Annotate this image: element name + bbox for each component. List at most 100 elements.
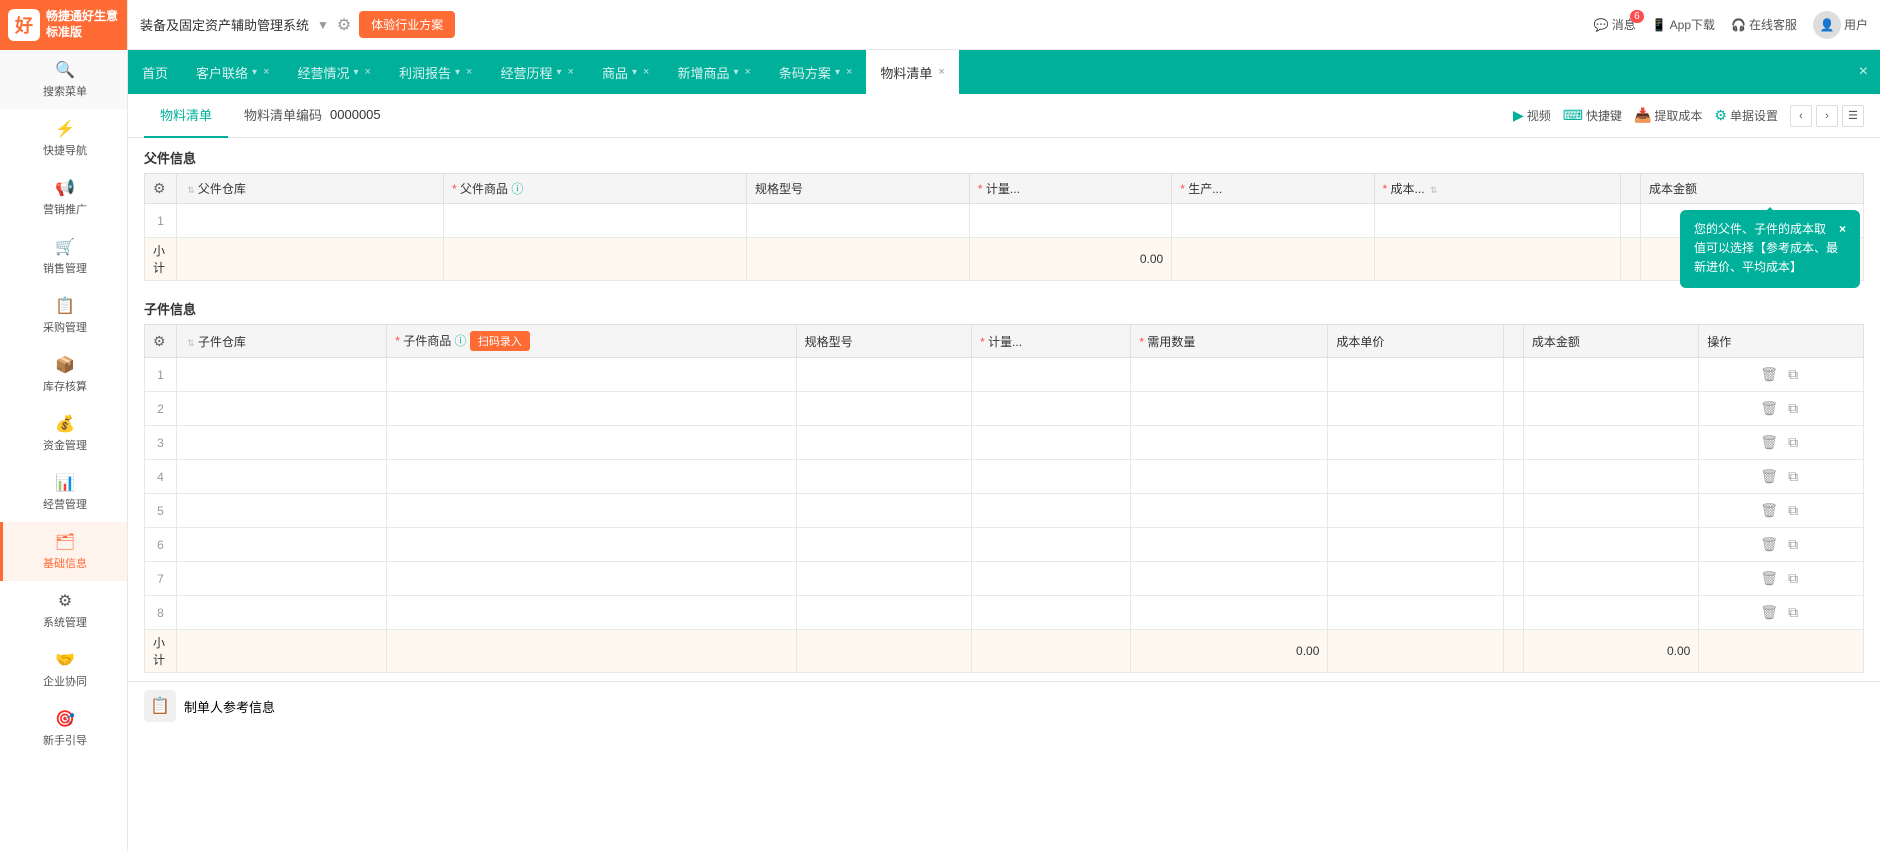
single-settings-btn[interactable]: ⚙ 单据设置	[1714, 107, 1778, 124]
child-row-8-copy-btn[interactable]: ⧉	[1783, 603, 1803, 623]
tab-bom[interactable]: 物料清单 ×	[866, 50, 958, 94]
tab-new-goods-close[interactable]: ×	[744, 66, 750, 78]
child-row-8-spec[interactable]	[796, 596, 971, 630]
child-row-5-unit-cost[interactable]	[1328, 494, 1503, 528]
child-row-2-quantity[interactable]	[1131, 392, 1328, 426]
child-row-6-quantity[interactable]	[1131, 528, 1328, 562]
child-row-5-warehouse[interactable]	[177, 494, 387, 528]
child-row-7-warehouse[interactable]	[177, 562, 387, 596]
child-row-3-quantity[interactable]	[1131, 426, 1328, 460]
child-row-1-spec[interactable]	[796, 358, 971, 392]
child-row-3-warehouse[interactable]	[177, 426, 387, 460]
child-row-7-unit-cost[interactable]	[1328, 562, 1503, 596]
child-row-3-spec[interactable]	[796, 426, 971, 460]
child-row-7-unit[interactable]	[972, 562, 1131, 596]
child-row-5-copy-btn[interactable]: ⧉	[1783, 501, 1803, 521]
tab-barcode-close[interactable]: ×	[846, 66, 852, 78]
tab-customer[interactable]: 客户联络 ▾ ×	[182, 50, 283, 94]
view-video-btn[interactable]: ▶ 视频	[1513, 107, 1551, 124]
nav-next-btn[interactable]: ›	[1816, 105, 1838, 127]
tab-goods-close[interactable]: ×	[643, 66, 649, 78]
sidebar-item-system[interactable]: ⚙ 系统管理	[0, 581, 127, 640]
child-row-6-delete-btn[interactable]: 🗑	[1759, 535, 1779, 555]
parent-row-1-unit[interactable]	[969, 204, 1171, 238]
child-row-7-delete-btn[interactable]: 🗑	[1759, 569, 1779, 589]
online-service-btn[interactable]: 🎧 在线客服	[1731, 16, 1797, 33]
child-row-2-delete-btn[interactable]: 🗑	[1759, 399, 1779, 419]
child-row-3-goods[interactable]	[387, 426, 796, 460]
child-row-5-unit[interactable]	[972, 494, 1131, 528]
sidebar-item-guide[interactable]: 🎯 新手引导	[0, 699, 127, 758]
child-row-1-unit[interactable]	[972, 358, 1131, 392]
child-row-5-delete-btn[interactable]: 🗑	[1759, 501, 1779, 521]
header-settings-icon[interactable]: ⚙	[337, 15, 351, 35]
child-row-6-unit[interactable]	[972, 528, 1131, 562]
app-download-btn[interactable]: 📱 App下载	[1652, 16, 1715, 33]
child-row-5-goods[interactable]	[387, 494, 796, 528]
parent-settings-icon[interactable]: ⚙	[153, 180, 166, 196]
child-row-6-spec[interactable]	[796, 528, 971, 562]
child-row-7-quantity[interactable]	[1131, 562, 1328, 596]
child-row-4-goods[interactable]	[387, 460, 796, 494]
child-row-8-delete-btn[interactable]: 🗑	[1759, 603, 1779, 623]
child-row-2-spec[interactable]	[796, 392, 971, 426]
tab-goods[interactable]: 商品 ▾ ×	[588, 50, 663, 94]
child-row-4-warehouse[interactable]	[177, 460, 387, 494]
child-row-1-goods[interactable]	[387, 358, 796, 392]
child-row-1-copy-btn[interactable]: ⧉	[1783, 365, 1803, 385]
tooltip-close-btn[interactable]: ×	[1839, 220, 1846, 239]
tab-profit-close[interactable]: ×	[466, 66, 472, 78]
child-row-2-warehouse[interactable]	[177, 392, 387, 426]
shortcut-btn[interactable]: ⌨ 快捷键	[1563, 107, 1622, 124]
child-row-7-goods[interactable]	[387, 562, 796, 596]
child-row-3-unit[interactable]	[972, 426, 1131, 460]
child-row-8-warehouse[interactable]	[177, 596, 387, 630]
child-row-2-unit[interactable]	[972, 392, 1131, 426]
user-btn[interactable]: 👤 用户	[1813, 11, 1868, 39]
child-row-8-quantity[interactable]	[1131, 596, 1328, 630]
sidebar-item-inventory[interactable]: 📦 库存核算	[0, 345, 127, 404]
tab-profit[interactable]: 利润报告 ▾ ×	[385, 50, 486, 94]
child-row-4-quantity[interactable]	[1131, 460, 1328, 494]
child-row-7-copy-btn[interactable]: ⧉	[1783, 569, 1803, 589]
child-row-5-spec[interactable]	[796, 494, 971, 528]
child-row-1-quantity[interactable]	[1131, 358, 1328, 392]
tab-customer-close[interactable]: ×	[263, 66, 269, 78]
child-row-5-quantity[interactable]	[1131, 494, 1328, 528]
trial-button[interactable]: 体验行业方案	[359, 11, 455, 38]
parent-row-1-spec[interactable]	[746, 204, 969, 238]
tab-history-close[interactable]: ×	[568, 66, 574, 78]
tab-bom-close[interactable]: ×	[938, 66, 944, 78]
parent-row-1-goods[interactable]	[444, 204, 747, 238]
nav-list-btn[interactable]: ☰	[1842, 105, 1864, 127]
child-row-2-unit-cost[interactable]	[1328, 392, 1503, 426]
child-row-6-unit-cost[interactable]	[1328, 528, 1503, 562]
child-row-2-copy-btn[interactable]: ⧉	[1783, 399, 1803, 419]
sidebar-item-enterprise[interactable]: 🤝 企业协同	[0, 640, 127, 699]
child-row-6-warehouse[interactable]	[177, 528, 387, 562]
child-row-3-copy-btn[interactable]: ⧉	[1783, 433, 1803, 453]
extract-cost-btn[interactable]: 📥 提取成本	[1634, 107, 1702, 124]
sidebar-item-search[interactable]: 🔍 搜索菜单	[0, 50, 127, 109]
tab-new-goods[interactable]: 新增商品 ▾ ×	[663, 50, 764, 94]
child-row-1-delete-btn[interactable]: 🗑	[1759, 365, 1779, 385]
child-row-4-spec[interactable]	[796, 460, 971, 494]
child-settings-icon[interactable]: ⚙	[153, 333, 166, 349]
child-row-8-goods[interactable]	[387, 596, 796, 630]
sub-tab-bom-list[interactable]: 物料清单	[144, 94, 228, 138]
nav-close-all-btn[interactable]: ×	[1847, 63, 1880, 81]
child-row-3-delete-btn[interactable]: 🗑	[1759, 433, 1779, 453]
message-btn[interactable]: 💬 消息 6	[1594, 16, 1636, 33]
sub-tab-bom-code[interactable]: 物料清单编码 0000005	[228, 94, 397, 138]
tab-operation-close[interactable]: ×	[365, 66, 371, 78]
child-row-4-unit-cost[interactable]	[1328, 460, 1503, 494]
child-row-7-spec[interactable]	[796, 562, 971, 596]
sidebar-item-sales[interactable]: 🛒 销售管理	[0, 227, 127, 286]
child-row-8-unit-cost[interactable]	[1328, 596, 1503, 630]
parent-row-1-cost[interactable]	[1374, 204, 1620, 238]
child-row-1-warehouse[interactable]	[177, 358, 387, 392]
sidebar-item-basic-info[interactable]: 🗂 基础信息	[0, 522, 127, 581]
tab-barcode[interactable]: 条码方案 ▾ ×	[765, 50, 866, 94]
tab-history[interactable]: 经营历程 ▾ ×	[486, 50, 587, 94]
tab-home[interactable]: 首页	[128, 50, 182, 94]
